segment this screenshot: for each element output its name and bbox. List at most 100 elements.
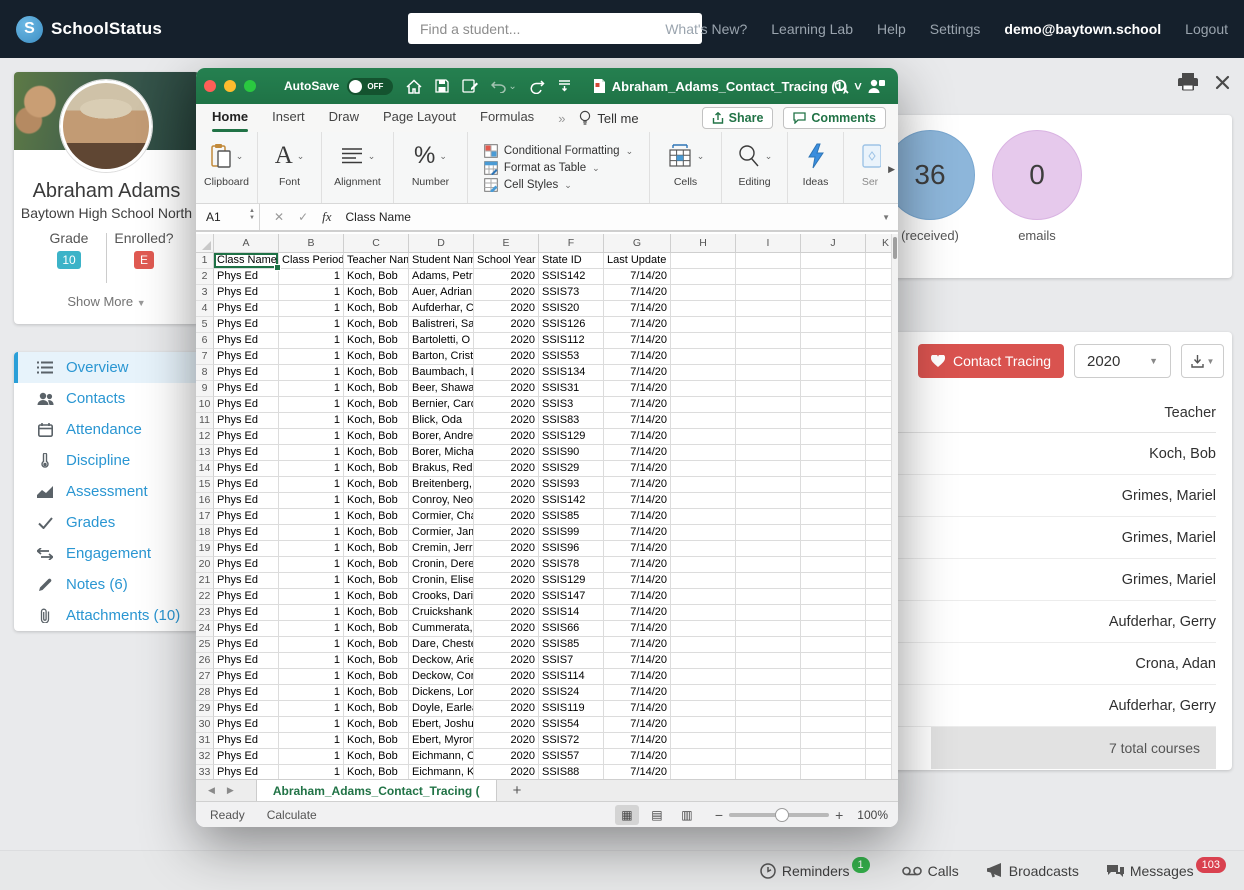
cell-C20[interactable]: Koch, Bob — [344, 557, 409, 573]
save-icon[interactable] — [435, 79, 450, 93]
cell-G20[interactable]: 7/14/20 — [604, 557, 671, 573]
page-break-view-icon[interactable]: ▥ — [675, 805, 699, 825]
cell-H6[interactable] — [671, 333, 736, 349]
scrollbar-thumb[interactable] — [893, 237, 897, 259]
bottom-bar-calls[interactable]: Calls — [901, 863, 959, 879]
row-header-30[interactable]: 30 — [196, 717, 214, 733]
row-header-9[interactable]: 9 — [196, 381, 214, 397]
cell-A32[interactable]: Phys Ed — [214, 749, 279, 765]
row-header-7[interactable]: 7 — [196, 349, 214, 365]
cell-E28[interactable]: 2020 — [474, 685, 539, 701]
cell-G11[interactable]: 7/14/20 — [604, 413, 671, 429]
zoom-slider-thumb[interactable] — [775, 807, 790, 822]
cell-E26[interactable]: 2020 — [474, 653, 539, 669]
download-button[interactable]: ▼ — [1181, 344, 1224, 378]
sheet-tab[interactable]: Abraham_Adams_Contact_Tracing ( — [255, 779, 497, 802]
cell-F31[interactable]: SSIS72 — [539, 733, 604, 749]
cell-I5[interactable] — [736, 317, 801, 333]
cell-D24[interactable]: Cummerata, — [409, 621, 474, 637]
cell-E20[interactable]: 2020 — [474, 557, 539, 573]
cell-H24[interactable] — [671, 621, 736, 637]
cell-D5[interactable]: Balistreri, Sa — [409, 317, 474, 333]
cell-J14[interactable] — [801, 461, 866, 477]
cell-A24[interactable]: Phys Ed — [214, 621, 279, 637]
cell-G15[interactable]: 7/14/20 — [604, 477, 671, 493]
cell-A1[interactable]: Class Name — [214, 253, 281, 271]
cell-D9[interactable]: Beer, Shawa — [409, 381, 474, 397]
cell-I22[interactable] — [736, 589, 801, 605]
normal-view-icon[interactable]: ▦ — [614, 804, 639, 825]
cell-F4[interactable]: SSIS20 — [539, 301, 604, 317]
cell-F15[interactable]: SSIS93 — [539, 477, 604, 493]
cell-C25[interactable]: Koch, Bob — [344, 637, 409, 653]
cell-C4[interactable]: Koch, Bob — [344, 301, 409, 317]
cell-B26[interactable]: 1 — [279, 653, 344, 669]
home-icon[interactable] — [406, 78, 422, 94]
cell-F5[interactable]: SSIS126 — [539, 317, 604, 333]
sidebar-item-engagement[interactable]: Engagement — [14, 538, 199, 569]
document-title[interactable]: Abraham_Adams_Contact_Tracing (1) ˅ — [593, 79, 862, 94]
cell-H2[interactable] — [671, 269, 736, 285]
cell-I17[interactable] — [736, 509, 801, 525]
autosave-toggle[interactable]: OFF — [347, 77, 394, 95]
cell-C11[interactable]: Koch, Bob — [344, 413, 409, 429]
cell-J30[interactable] — [801, 717, 866, 733]
cell-J5[interactable] — [801, 317, 866, 333]
cell-I25[interactable] — [736, 637, 801, 653]
cell-J23[interactable] — [801, 605, 866, 621]
column-header-c[interactable]: C — [344, 234, 409, 253]
cell-H28[interactable] — [671, 685, 736, 701]
cell-B5[interactable]: 1 — [279, 317, 344, 333]
ribbon-group-font[interactable]: A ⌄ Font — [258, 132, 322, 203]
cell-C12[interactable]: Koch, Bob — [344, 429, 409, 445]
row-header-26[interactable]: 26 — [196, 653, 214, 669]
cell-B15[interactable]: 1 — [279, 477, 344, 493]
cell-I6[interactable] — [736, 333, 801, 349]
cell-B28[interactable]: 1 — [279, 685, 344, 701]
contact-tracing-button[interactable]: Contact Tracing — [918, 344, 1064, 378]
show-more-button[interactable]: Show More ▼ — [14, 294, 199, 309]
cell-I16[interactable] — [736, 493, 801, 509]
cell-D21[interactable]: Cronin, Elise — [409, 573, 474, 589]
cell-A17[interactable]: Phys Ed — [214, 509, 279, 525]
cell-J25[interactable] — [801, 637, 866, 653]
ribbon-cell-styles[interactable]: Cell Styles ⌄ — [484, 178, 633, 192]
cell-I9[interactable] — [736, 381, 801, 397]
cell-B21[interactable]: 1 — [279, 573, 344, 589]
cell-E18[interactable]: 2020 — [474, 525, 539, 541]
cell-A31[interactable]: Phys Ed — [214, 733, 279, 749]
cell-F1[interactable]: State ID — [539, 253, 604, 269]
cell-F2[interactable]: SSIS142 — [539, 269, 604, 285]
cell-H15[interactable] — [671, 477, 736, 493]
zoom-level[interactable]: 100% — [857, 808, 888, 822]
cell-B6[interactable]: 1 — [279, 333, 344, 349]
cell-B8[interactable]: 1 — [279, 365, 344, 381]
cell-H21[interactable] — [671, 573, 736, 589]
cell-B27[interactable]: 1 — [279, 669, 344, 685]
cell-I31[interactable] — [736, 733, 801, 749]
cell-B12[interactable]: 1 — [279, 429, 344, 445]
cell-J2[interactable] — [801, 269, 866, 285]
cell-F19[interactable]: SSIS96 — [539, 541, 604, 557]
column-header-d[interactable]: D — [409, 234, 474, 253]
cell-A30[interactable]: Phys Ed — [214, 717, 279, 733]
cell-F30[interactable]: SSIS54 — [539, 717, 604, 733]
cell-D8[interactable]: Baumbach, L — [409, 365, 474, 381]
sidebar-item-contacts[interactable]: Contacts — [14, 383, 199, 414]
cell-G24[interactable]: 7/14/20 — [604, 621, 671, 637]
cell-I20[interactable] — [736, 557, 801, 573]
cell-D22[interactable]: Crooks, Dariu — [409, 589, 474, 605]
cell-G30[interactable]: 7/14/20 — [604, 717, 671, 733]
close-icon[interactable] — [1215, 75, 1230, 90]
cancel-entry-icon[interactable]: ✕ — [274, 210, 284, 224]
cell-D20[interactable]: Cronin, Derel — [409, 557, 474, 573]
vertical-scrollbar[interactable] — [891, 234, 898, 779]
cell-C21[interactable]: Koch, Bob — [344, 573, 409, 589]
cell-A18[interactable]: Phys Ed — [214, 525, 279, 541]
cell-B13[interactable]: 1 — [279, 445, 344, 461]
cell-D29[interactable]: Doyle, Earlea — [409, 701, 474, 717]
cell-C8[interactable]: Koch, Bob — [344, 365, 409, 381]
row-header-32[interactable]: 32 — [196, 749, 214, 765]
confirm-entry-icon[interactable]: ✓ — [298, 210, 308, 224]
cell-H32[interactable] — [671, 749, 736, 765]
